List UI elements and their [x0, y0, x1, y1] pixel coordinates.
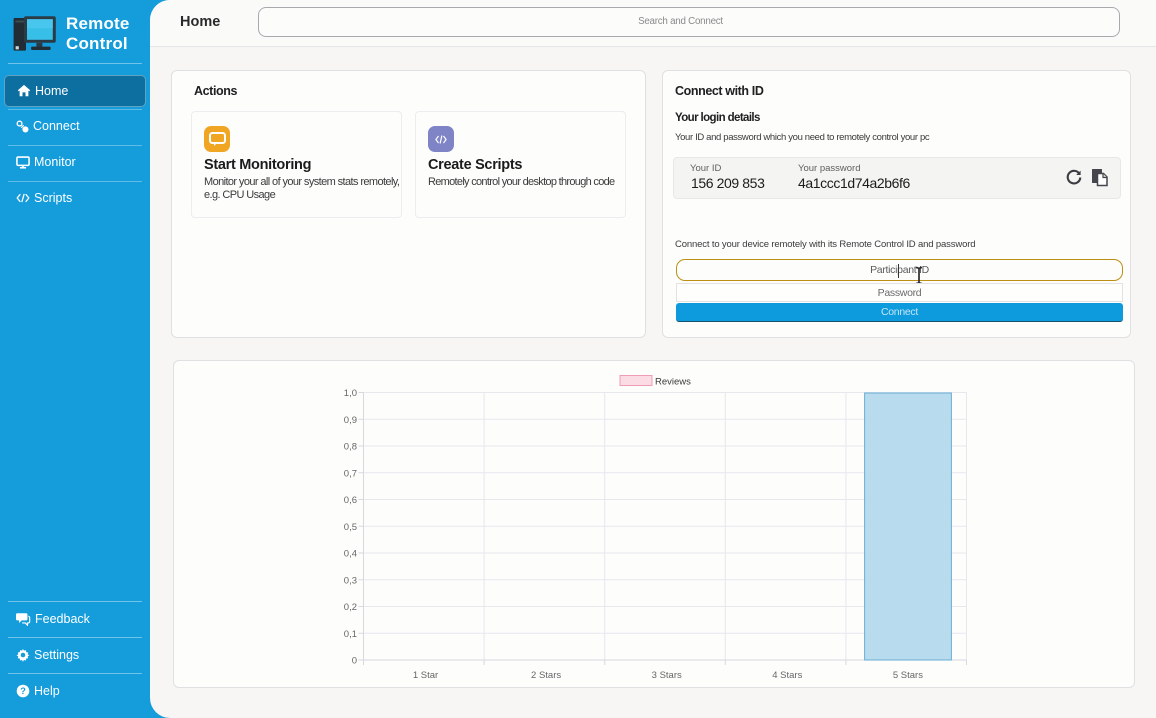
svg-text:0,1: 0,1 [344, 629, 357, 640]
svg-text:1,0: 1,0 [344, 388, 357, 399]
svg-text:0,2: 0,2 [344, 602, 357, 613]
svg-text:0,9: 0,9 [344, 415, 357, 426]
svg-text:0,7: 0,7 [344, 468, 357, 479]
svg-text:?: ? [20, 686, 26, 696]
svg-text:1 Star: 1 Star [413, 670, 438, 681]
svg-text:0: 0 [352, 656, 357, 667]
svg-text:2 Stars: 2 Stars [531, 670, 561, 681]
svg-text:3 Stars: 3 Stars [652, 670, 682, 681]
svg-text:0,3: 0,3 [344, 575, 357, 586]
svg-text:0,4: 0,4 [344, 549, 357, 560]
svg-text:0,6: 0,6 [344, 495, 357, 506]
svg-text:0,8: 0,8 [344, 442, 357, 453]
svg-text:0,5: 0,5 [344, 522, 357, 533]
svg-text:Reviews: Reviews [655, 377, 691, 388]
svg-text:5 Stars: 5 Stars [893, 670, 923, 681]
svg-text:4 Stars: 4 Stars [772, 670, 802, 681]
